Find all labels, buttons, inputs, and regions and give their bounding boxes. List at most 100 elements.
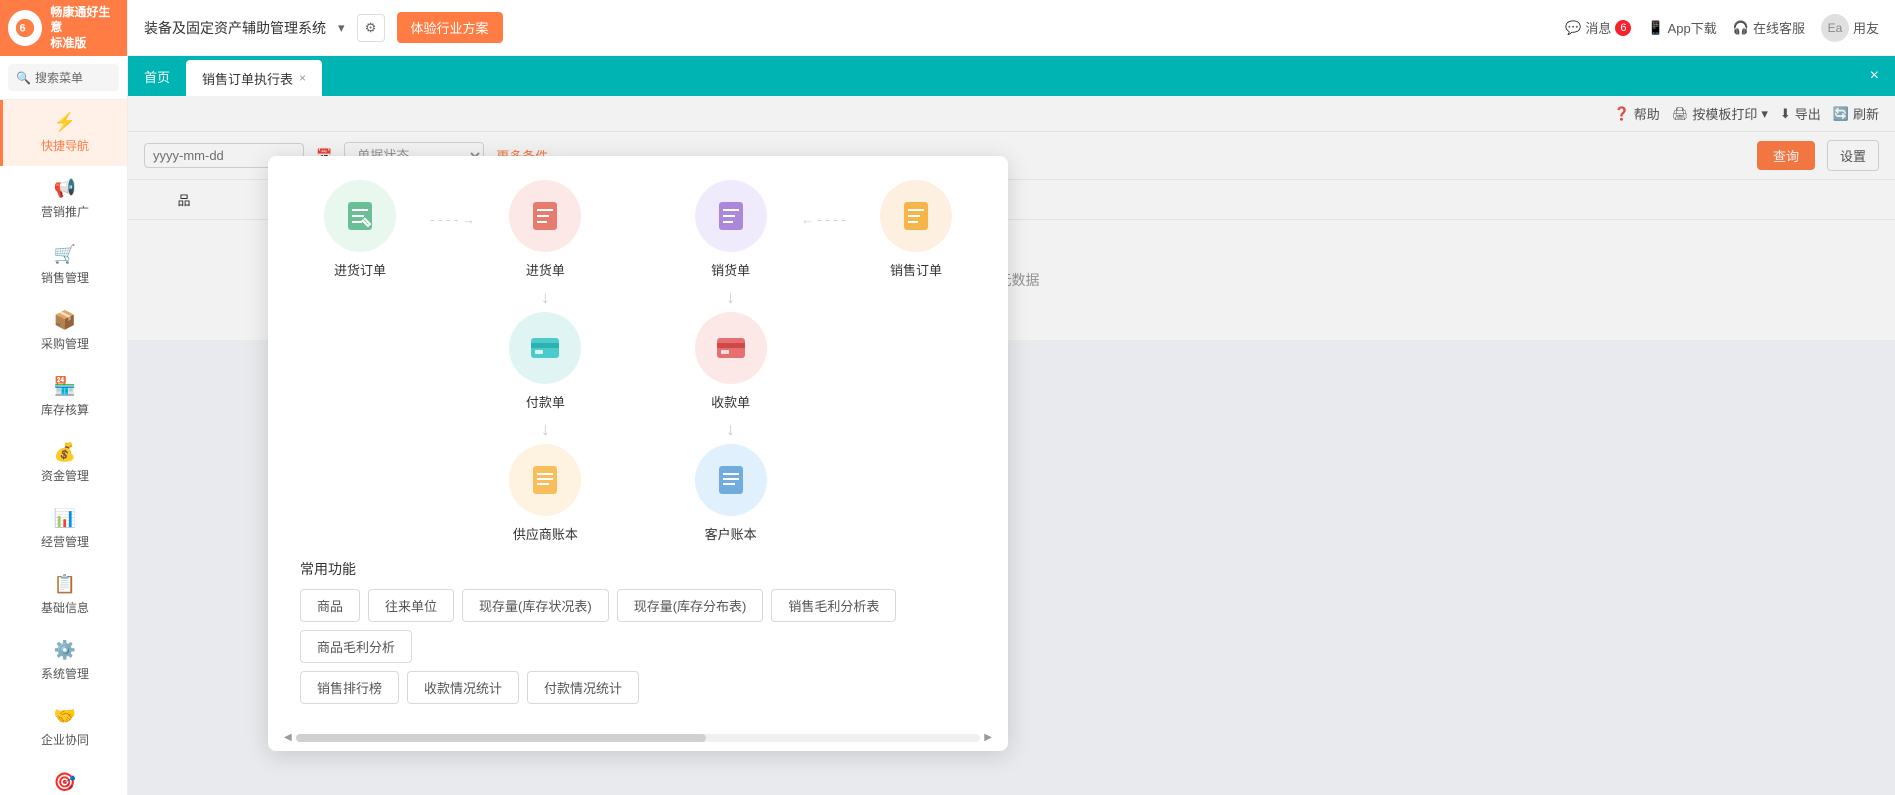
operations-icon: 📊 <box>54 508 76 529</box>
tabbar-close-button[interactable]: × <box>1870 67 1879 85</box>
receipt-bill-circle <box>695 312 767 384</box>
search-menu-button[interactable]: 🔍 搜索菜单 <box>8 64 119 91</box>
node-sales-order[interactable]: 销售订单 <box>856 180 976 279</box>
sidebar: 6 畅康通好生意 标准版 🔍 搜索菜单 ⚡ 快捷导航 📢 营销推广 🛒 <box>0 0 128 795</box>
node-purchase-order-label: 进货订单 <box>334 260 386 279</box>
node-receipt-bill-label: 收款单 <box>711 392 750 411</box>
purchase-bill-circle <box>509 180 581 252</box>
arrow-down-sales-bill: ↓ <box>726 287 735 308</box>
gear-icon: ⚙ <box>365 20 377 36</box>
sidebar-item-sales[interactable]: 🛒 销售管理 <box>0 232 127 298</box>
content-area: ❓ 帮助 🖨 按模板打印 ▾ ⬇ 导出 🔄 刷新 <box>128 96 1895 795</box>
logo-text: 畅康通好生意 标准版 <box>50 5 119 52</box>
supplier-ledger-circle <box>509 444 581 516</box>
sales-icon: 🛒 <box>54 244 76 265</box>
node-payment-bill[interactable]: 付款单 <box>485 312 605 411</box>
sidebar-item-marketing[interactable]: 📢 营销推广 <box>0 166 127 232</box>
online-service-button[interactable]: 🎧 在线客服 <box>1733 18 1805 37</box>
settings-button[interactable]: ⚙ <box>357 14 385 42</box>
download-icon: 📱 <box>1647 20 1663 36</box>
topbar: 装备及固定资产辅助管理系统 ▾ ⚙ 体验行业方案 💬 消息 6 📱 App下载 <box>128 0 1895 56</box>
sidebar-item-finance[interactable]: 💰 资金管理 <box>0 430 127 496</box>
search-icon: 🔍 <box>16 71 31 85</box>
inventory-icon: 🏪 <box>54 376 76 397</box>
flow-row-1: 进货订单 - - - - → 进货单 <box>300 180 976 279</box>
sidebar-item-inventory[interactable]: 🏪 库存核算 <box>0 364 127 430</box>
payment-bill-circle <box>509 312 581 384</box>
modal-overlay: 进货订单 - - - - → 进货单 <box>128 96 1895 795</box>
sidebar-item-quick-nav[interactable]: ⚡ 快捷导航 <box>0 100 127 166</box>
node-supplier-ledger[interactable]: 供应商账本 <box>485 444 605 543</box>
message-badge: 6 <box>1615 20 1631 36</box>
arrow-sales-order-to-bill: ← - - - - <box>791 212 856 247</box>
new-guide-icon: 🎯 <box>54 772 76 793</box>
experience-button[interactable]: 体验行业方案 <box>397 12 503 43</box>
common-functions-title: 常用功能 <box>300 559 976 579</box>
common-btn-product[interactable]: 商品 <box>300 589 360 622</box>
node-sales-bill-label: 销货单 <box>711 260 750 279</box>
common-btn-stock-dist[interactable]: 现存量(库存分布表) <box>617 589 764 622</box>
modal-scrollbar[interactable]: ◀ ▶ <box>268 728 1008 751</box>
scroll-left-arrow[interactable]: ◀ <box>284 732 292 743</box>
app-download-button[interactable]: 📱 App下载 <box>1647 18 1716 37</box>
arrow-down-payment: ↓ <box>541 419 550 440</box>
tab-sales-execution[interactable]: 销售订单执行表 × <box>186 60 322 96</box>
flow-arrows-row-2: ↓ ↓ <box>300 419 976 440</box>
sidebar-item-enterprise[interactable]: 🤝 企业协同 <box>0 694 127 760</box>
scrollbar-thumb[interactable] <box>296 734 707 742</box>
topbar-right: 💬 消息 6 📱 App下载 🎧 在线客服 Ea 用友 <box>1565 14 1879 42</box>
flow-modal: 进货订单 - - - - → 进货单 <box>268 156 1008 751</box>
sidebar-logo: 6 畅康通好生意 标准版 <box>0 0 127 56</box>
message-button[interactable]: 💬 消息 6 <box>1565 18 1631 37</box>
customer-ledger-circle <box>695 444 767 516</box>
flow-arrows-row: ↓ ↓ <box>300 287 976 308</box>
node-sales-bill[interactable]: 销货单 <box>671 180 791 279</box>
quick-nav-icon: ⚡ <box>54 112 76 133</box>
node-receipt-bill[interactable]: 收款单 <box>671 312 791 411</box>
sidebar-nav: ⚡ 快捷导航 📢 营销推广 🛒 销售管理 📦 采购管理 🏪 库存核算 💰 <box>0 100 127 795</box>
sidebar-item-basic-info[interactable]: 📋 基础信息 <box>0 562 127 628</box>
sidebar-item-operations[interactable]: 📊 经营管理 <box>0 496 127 562</box>
node-purchase-order[interactable]: 进货订单 <box>300 180 420 279</box>
node-purchase-bill-label: 进货单 <box>526 260 565 279</box>
sidebar-item-sys-mgmt[interactable]: ⚙️ 系统管理 <box>0 628 127 694</box>
sidebar-search-area: 🔍 搜索菜单 <box>0 56 127 100</box>
sales-order-circle <box>880 180 952 252</box>
common-btn-sales-rank[interactable]: 销售排行榜 <box>300 671 399 704</box>
purchase-order-circle <box>324 180 396 252</box>
user-menu[interactable]: Ea 用友 <box>1821 14 1879 42</box>
message-icon: 💬 <box>1565 20 1581 36</box>
common-buttons-row-1: 商品 往来单位 现存量(库存状况表) 现存量(库存分布表) 销售毛利分析表 商品… <box>300 589 976 663</box>
sidebar-item-new-guide[interactable]: 🎯 新手引导 <box>0 760 127 795</box>
arrow-purchase-to-bill: - - - - → <box>420 212 485 247</box>
node-customer-ledger-label: 客户账本 <box>705 524 757 543</box>
node-payment-bill-label: 付款单 <box>526 392 565 411</box>
common-btn-stock-status[interactable]: 现存量(库存状况表) <box>462 589 609 622</box>
common-btn-contacts[interactable]: 往来单位 <box>368 589 454 622</box>
system-dropdown[interactable]: ▾ <box>338 20 345 36</box>
common-btn-payment-stats[interactable]: 付款情况统计 <box>527 671 639 704</box>
common-btn-sales-profit[interactable]: 销售毛利分析表 <box>771 589 896 622</box>
marketing-icon: 📢 <box>54 178 76 199</box>
main-area: 装备及固定资产辅助管理系统 ▾ ⚙ 体验行业方案 💬 消息 6 📱 App下载 <box>128 0 1895 795</box>
tab-home[interactable]: 首页 <box>128 56 186 96</box>
node-purchase-bill[interactable]: 进货单 <box>485 180 605 279</box>
avatar: Ea <box>1821 14 1849 42</box>
arrow-down-purchase-bill: ↓ <box>541 287 550 308</box>
chevron-down-icon: ▾ <box>338 20 345 36</box>
tab-close-button[interactable]: × <box>299 71 306 85</box>
flow-row-3: 供应商账本 客户账本 <box>300 444 976 543</box>
basic-info-icon: 📋 <box>54 574 76 595</box>
node-supplier-ledger-label: 供应商账本 <box>513 524 578 543</box>
finance-icon: 💰 <box>54 442 76 463</box>
common-btn-product-profit[interactable]: 商品毛利分析 <box>300 630 412 663</box>
flow-row-2: 付款单 收款单 <box>300 312 976 411</box>
scroll-right-arrow[interactable]: ▶ <box>984 732 992 743</box>
purchase-icon: 📦 <box>54 310 76 331</box>
node-customer-ledger[interactable]: 客户账本 <box>671 444 791 543</box>
service-icon: 🎧 <box>1733 20 1749 36</box>
common-btn-receipt-stats[interactable]: 收款情况统计 <box>407 671 519 704</box>
node-sales-order-label: 销售订单 <box>890 260 942 279</box>
arrow-down-receipt: ↓ <box>726 419 735 440</box>
sidebar-item-purchase[interactable]: 📦 采购管理 <box>0 298 127 364</box>
